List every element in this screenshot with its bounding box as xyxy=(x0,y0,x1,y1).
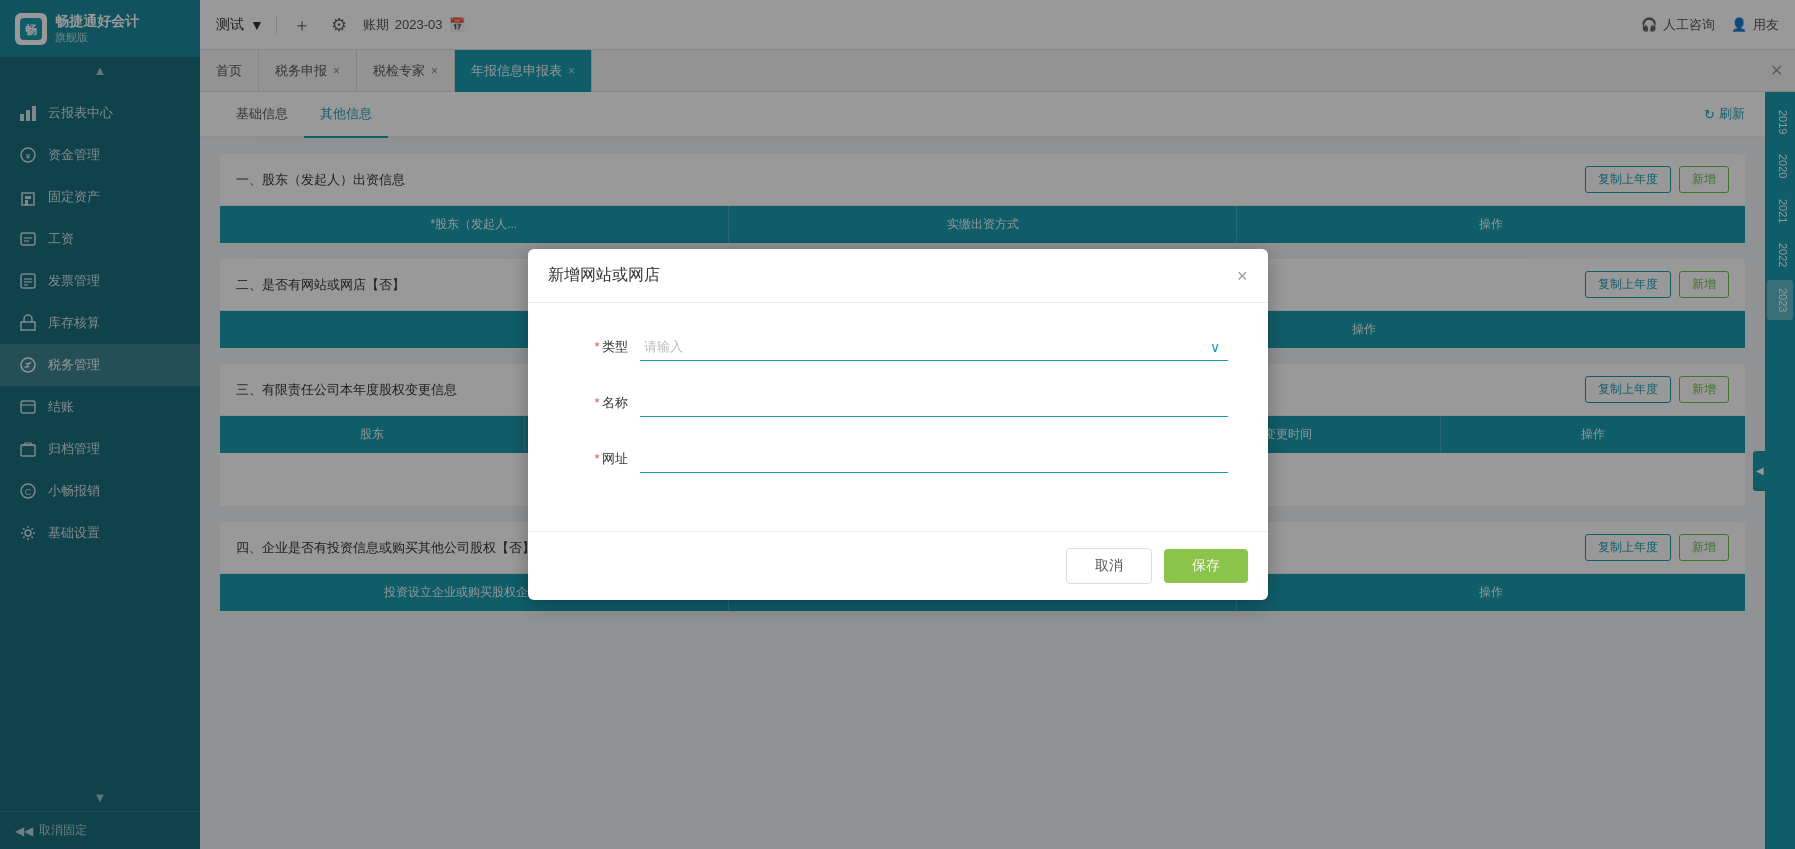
dialog-save-btn[interactable]: 保存 xyxy=(1164,549,1248,583)
url-input[interactable] xyxy=(640,445,1228,472)
type-label: *类型 xyxy=(568,338,628,356)
dialog-header: 新增网站或网店 × xyxy=(528,249,1268,303)
name-input-wrap xyxy=(640,389,1228,417)
dialog-body: *类型 ∨ *名称 *网址 xyxy=(528,303,1268,531)
dialog-close-btn[interactable]: × xyxy=(1237,267,1248,285)
form-row-type: *类型 ∨ xyxy=(568,333,1228,361)
type-input-wrap: ∨ xyxy=(640,333,1228,361)
dialog-footer: 取消 保存 xyxy=(528,531,1268,600)
dialog-title: 新增网站或网店 xyxy=(548,265,660,286)
dialog-cancel-btn[interactable]: 取消 xyxy=(1066,548,1152,584)
form-row-name: *名称 xyxy=(568,389,1228,417)
add-website-dialog: 新增网站或网店 × *类型 ∨ *名称 xyxy=(528,249,1268,600)
name-input[interactable] xyxy=(640,389,1228,416)
url-label: *网址 xyxy=(568,450,628,468)
type-input[interactable] xyxy=(640,333,1228,360)
url-input-wrap xyxy=(640,445,1228,473)
dialog-overlay: 新增网站或网店 × *类型 ∨ *名称 xyxy=(0,0,1795,849)
name-label: *名称 xyxy=(568,394,628,412)
form-row-url: *网址 xyxy=(568,445,1228,473)
